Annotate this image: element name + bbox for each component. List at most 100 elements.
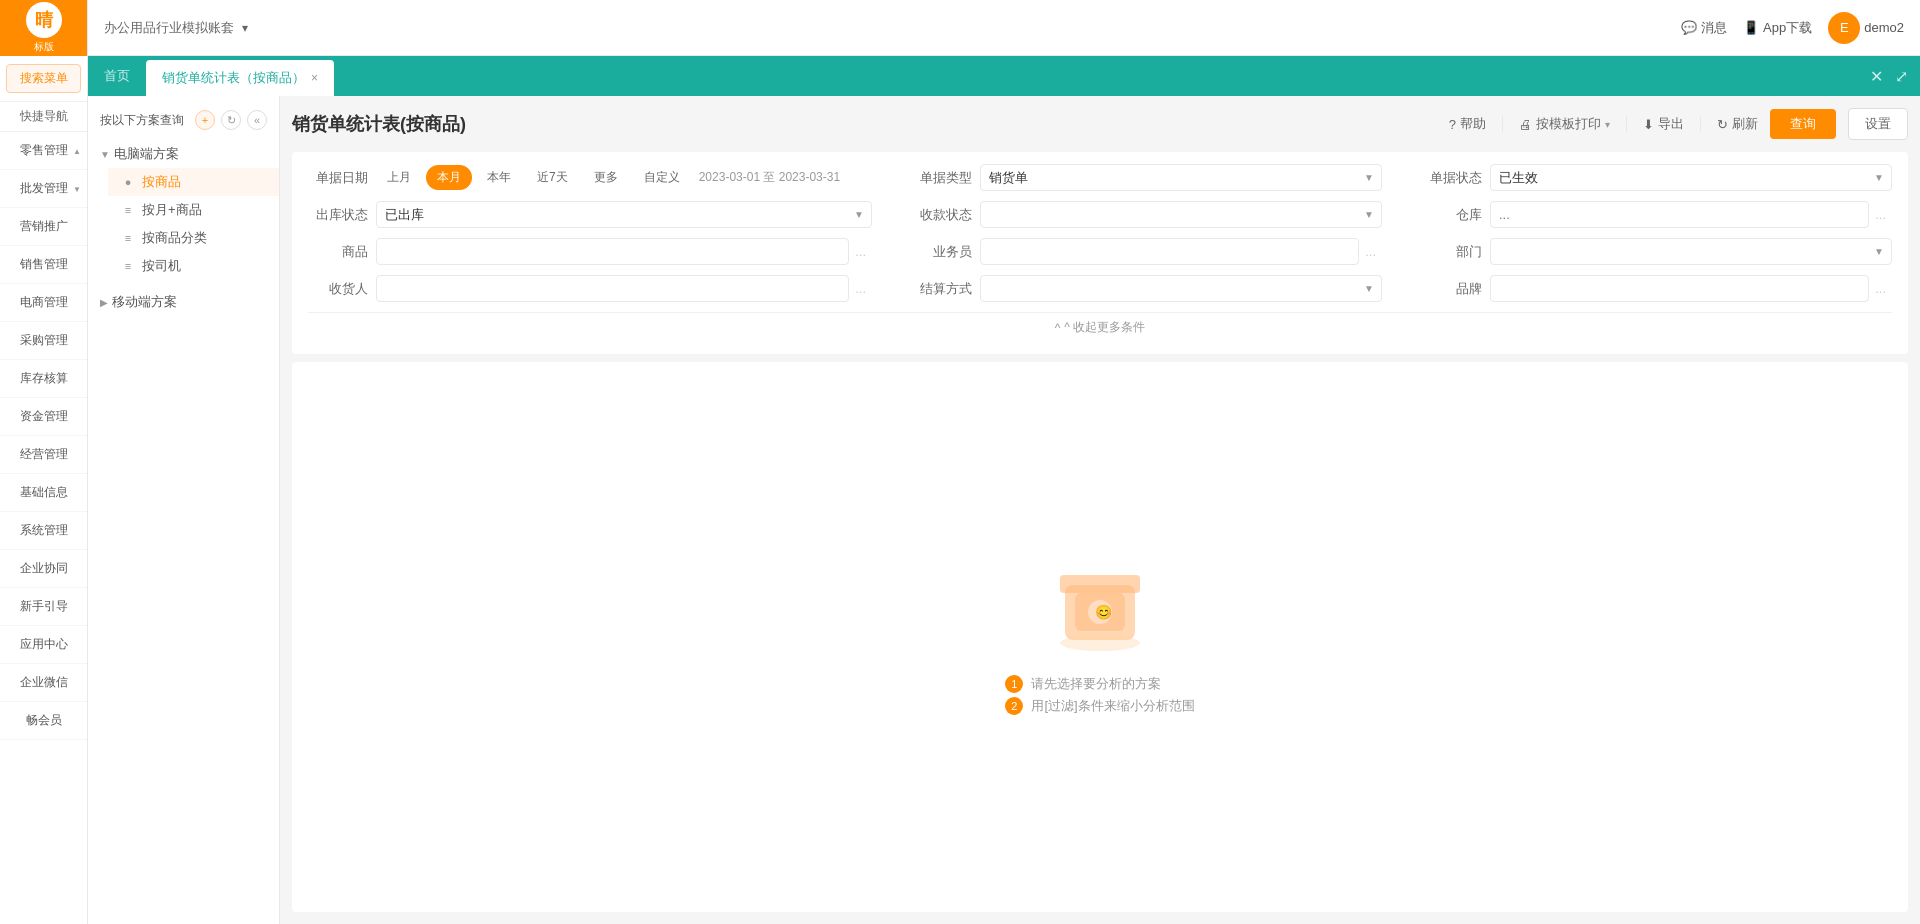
brand-dots[interactable]: ...	[1869, 281, 1892, 296]
sidebar-item-inventory[interactable]: 库存核算	[0, 360, 87, 398]
message-label: 消息	[1701, 19, 1727, 37]
tree-section-mobile: ▶ 移动端方案	[88, 284, 279, 320]
doc-type-select-wrapper: 销货单	[980, 164, 1382, 191]
tree-item-by-driver[interactable]: ≡ 按司机	[108, 252, 279, 280]
tree-pc-section[interactable]: ▼ 电脑端方案	[88, 140, 279, 168]
doc-status-select-wrapper: 已生效	[1490, 164, 1892, 191]
warehouse-dots[interactable]: ...	[1869, 207, 1892, 222]
date-filter-label: 单据日期	[308, 169, 368, 187]
date-range-value: 2023-03-01 至 2023-03-31	[699, 169, 840, 186]
sidebar-item-wechat[interactable]: 企业微信	[0, 664, 87, 702]
sidebar-item-sales[interactable]: 销售管理	[0, 246, 87, 284]
tree-mobile-section[interactable]: ▶ 移动端方案	[88, 288, 279, 316]
tab-sales-stats[interactable]: 销货单统计表（按商品） ×	[146, 60, 334, 96]
print-button[interactable]: 🖨 按模板打印 ▾	[1519, 115, 1610, 133]
refresh-icon: ↻	[1717, 117, 1728, 132]
collapse-panel-button[interactable]: «	[247, 110, 267, 130]
sidebar-item-purchase[interactable]: 采购管理	[0, 322, 87, 360]
sidebar-item-finance[interactable]: 资金管理	[0, 398, 87, 436]
message-icon: 💬	[1681, 20, 1697, 35]
tree-item-by-month-goods[interactable]: ≡ 按月+商品	[108, 196, 279, 224]
date-tab-more[interactable]: 更多	[583, 165, 629, 190]
collect-status-select-wrapper	[980, 201, 1382, 228]
filter-doc-type-item: 单据类型 销货单	[912, 164, 1382, 191]
doc-type-label: 单据类型	[912, 169, 972, 187]
filter-doc-status-item: 单据状态 已生效	[1422, 164, 1892, 191]
sidebar: 晴 标版 搜索菜单 快捷导航 零售管理 批发管理 营销推广 销售管理 电商管理 …	[0, 0, 88, 924]
empty-step-2: 2 用[过滤]条件来缩小分析范围	[1005, 697, 1194, 715]
empty-state: 😊 1 请先选择要分析的方案 2 用[过滤]条件来缩小分析范围	[292, 362, 1908, 912]
staff-dots[interactable]: ...	[1359, 244, 1382, 259]
logo-text: 标版	[34, 40, 54, 54]
help-icon: ?	[1449, 117, 1456, 132]
date-tab-this-month[interactable]: 本月	[426, 165, 472, 190]
tree-section-pc: ▼ 电脑端方案 ● 按商品 ≡ 按月+商品 ≡ 按商品分类	[88, 136, 279, 284]
tree-item-by-category[interactable]: ≡ 按商品分类	[108, 224, 279, 252]
receiver-dots[interactable]: ...	[849, 281, 872, 296]
refresh-button[interactable]: ↻ 刷新	[1717, 115, 1758, 133]
export-button[interactable]: ⬇ 导出	[1643, 115, 1684, 133]
collapse-bar[interactable]: ^ ^ 收起更多条件	[308, 312, 1892, 342]
sidebar-item-apps[interactable]: 应用中心	[0, 626, 87, 664]
collect-status-select[interactable]	[980, 201, 1382, 228]
receiver-input[interactable]	[376, 275, 849, 302]
dept-label: 部门	[1422, 243, 1482, 261]
export-label: 导出	[1658, 115, 1684, 133]
tab-sales-stats-label: 销货单统计表（按商品）	[162, 69, 305, 87]
out-status-select[interactable]: 已出库	[376, 201, 872, 228]
app-logo[interactable]: 晴 标版	[0, 0, 87, 56]
sidebar-item-guide[interactable]: 新手引导	[0, 588, 87, 626]
query-button[interactable]: 查询	[1770, 109, 1836, 139]
sidebar-item-system[interactable]: 系统管理	[0, 512, 87, 550]
receiver-label: 收货人	[308, 280, 368, 298]
message-button[interactable]: 💬 消息	[1681, 19, 1727, 37]
sidebar-item-basic[interactable]: 基础信息	[0, 474, 87, 512]
filter-row-3: 商品 ... 业务员 ... 部门	[308, 238, 1892, 265]
topbar-dropdown-button[interactable]: ▾	[242, 21, 248, 35]
settlement-select[interactable]	[980, 275, 1382, 302]
out-status-label: 出库状态	[308, 206, 368, 224]
sidebar-item-member[interactable]: 畅会员	[0, 702, 87, 740]
right-content: 销货单统计表(按商品) ? 帮助 🖨 按模板打印 ▾ ⬇	[280, 96, 1920, 924]
sidebar-item-operations[interactable]: 经营管理	[0, 436, 87, 474]
sidebar-item-cooperation[interactable]: 企业协同	[0, 550, 87, 588]
goods-label: 商品	[308, 243, 368, 261]
tab-close-button[interactable]: ×	[311, 71, 318, 85]
tree-sub-pc: ● 按商品 ≡ 按月+商品 ≡ 按商品分类 ≡ 按司机	[88, 168, 279, 280]
dept-select[interactable]	[1490, 238, 1892, 265]
app-download-button[interactable]: 📱 App下载	[1743, 19, 1812, 37]
user-profile[interactable]: E demo2	[1828, 12, 1904, 44]
search-menu-button[interactable]: 搜索菜单	[6, 64, 81, 93]
topbar: 办公用品行业模拟账套 ▾ 💬 消息 📱 App下载 E demo2	[88, 0, 1920, 56]
sidebar-item-retail[interactable]: 零售管理	[0, 132, 87, 170]
goods-input[interactable]	[376, 238, 849, 265]
quick-nav-button[interactable]: 快捷导航	[0, 102, 87, 132]
tree-pc-label: 电脑端方案	[114, 145, 179, 163]
user-name: demo2	[1864, 20, 1904, 35]
goods-dots[interactable]: ...	[849, 244, 872, 259]
staff-input[interactable]	[980, 238, 1359, 265]
doc-status-select[interactable]: 已生效	[1490, 164, 1892, 191]
tree-item-by-goods[interactable]: ● 按商品	[108, 168, 279, 196]
filter-row-1: 单据日期 上月 本月 本年 近7天 更多 自定义 2023-03-01 至 20…	[308, 164, 1892, 191]
settings-button[interactable]: 设置	[1848, 108, 1908, 140]
sidebar-item-wholesale[interactable]: 批发管理	[0, 170, 87, 208]
help-button[interactable]: ? 帮助	[1449, 115, 1486, 133]
date-tab-this-year[interactable]: 本年	[476, 165, 522, 190]
tab-maximize-button[interactable]: ⤢	[1891, 63, 1912, 90]
add-scheme-button[interactable]: +	[195, 110, 215, 130]
brand-input[interactable]	[1490, 275, 1869, 302]
date-tab-last7[interactable]: 近7天	[526, 165, 579, 190]
tab-close-all-button[interactable]: ✕	[1866, 63, 1887, 90]
warehouse-input[interactable]	[1490, 201, 1869, 228]
sidebar-item-marketing[interactable]: 营销推广	[0, 208, 87, 246]
empty-illustration: 😊	[1040, 555, 1160, 655]
tree-mobile-label: 移动端方案	[112, 293, 177, 311]
date-tab-last-month[interactable]: 上月	[376, 165, 422, 190]
doc-type-select[interactable]: 销货单	[980, 164, 1382, 191]
sidebar-item-ecommerce[interactable]: 电商管理	[0, 284, 87, 322]
date-tabs: 上月 本月 本年 近7天 更多 自定义	[376, 165, 691, 190]
refresh-scheme-button[interactable]: ↻	[221, 110, 241, 130]
tab-home[interactable]: 首页	[88, 56, 146, 96]
date-tab-custom[interactable]: 自定义	[633, 165, 691, 190]
